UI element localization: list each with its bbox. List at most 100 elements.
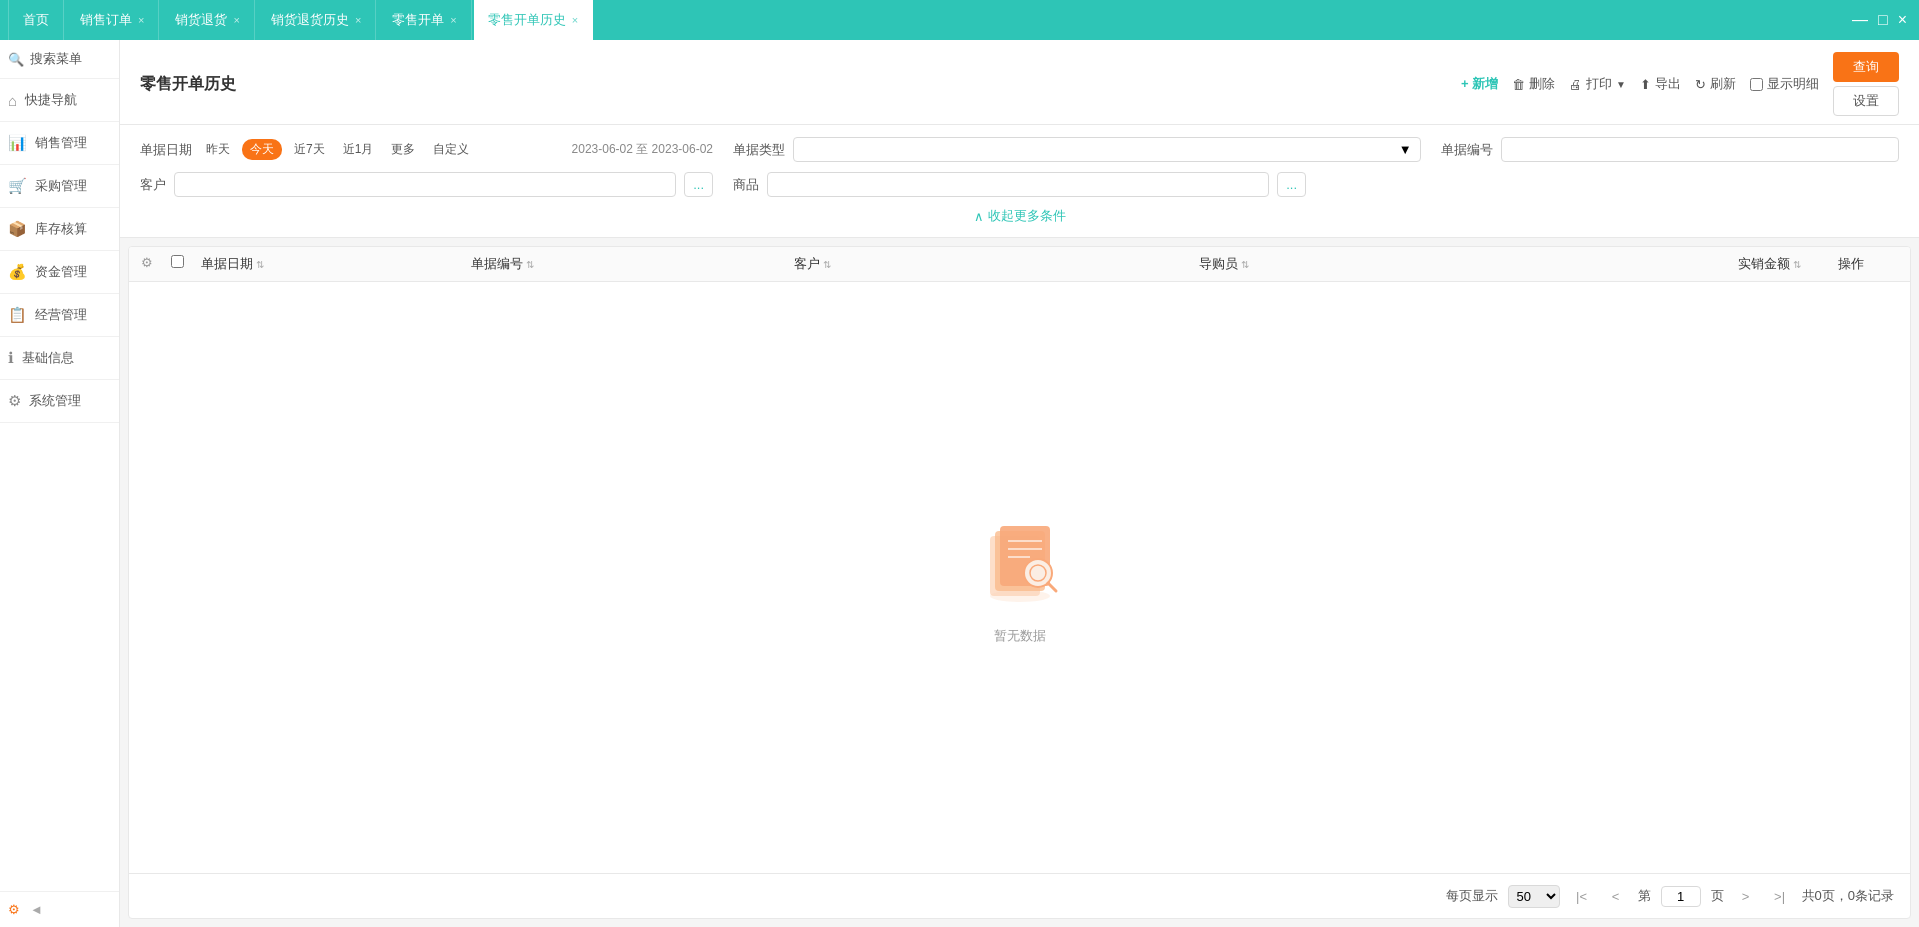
tab-retail-open-history-label: 零售开单历史 [488,11,566,29]
tab-retail-open[interactable]: 零售开单 × [378,0,471,40]
date-label: 单据日期 [140,141,192,159]
sidebar-bottom: ⚙ ◄ [0,891,119,927]
basic-info-icon: ℹ [8,349,14,367]
doc-type-dropdown-icon: ▼ [1399,142,1412,157]
sidebar-item-system[interactable]: ⚙ 系统管理 [0,380,119,423]
tab-sales-return-history-close[interactable]: × [355,14,361,26]
sidebar-search[interactable]: 🔍 搜索菜单 [0,40,119,79]
tab-list: 首页 销售订单 × 销货退货 × 销货退货历史 × 零售开单 × 零售开单历史 … [8,0,1852,40]
tab-retail-open-history-close[interactable]: × [572,14,578,26]
filter-date: 单据日期 昨天 今天 近7天 近1月 更多 自定义 2023-06-02 至 2… [140,139,713,160]
collapse-filter-btn[interactable]: ∧ 收起更多条件 [140,207,1899,225]
filter-area: 单据日期 昨天 今天 近7天 近1月 更多 自定义 2023-06-02 至 2… [120,125,1919,238]
sidebar-finance-label: 资金管理 [35,263,87,281]
goods-input[interactable] [767,172,1269,197]
sort-billno-icon[interactable]: ⇅ [526,259,534,270]
sidebar-item-purchase[interactable]: 🛒 采购管理 [0,165,119,208]
delete-button[interactable]: 🗑 删除 [1512,75,1555,93]
chevron-up-icon: ∧ [974,209,984,224]
filter-customer: 客户 ... [140,172,713,197]
sidebar-item-basic-info[interactable]: ℹ 基础信息 [0,337,119,380]
sidebar-item-quick-nav[interactable]: ⌂ 快捷导航 [0,79,119,122]
tab-sales-order-close[interactable]: × [138,14,144,26]
tab-home-label: 首页 [23,11,49,29]
add-button[interactable]: + 新增 [1461,75,1498,93]
customer-browse-btn[interactable]: ... [684,172,713,197]
tab-sales-return-label: 销货退货 [175,11,227,29]
select-all-checkbox[interactable] [171,255,184,268]
sidebar-settings-icon[interactable]: ⚙ [8,902,20,917]
tab-sales-return-history[interactable]: 销货退货历史 × [257,0,376,40]
page-title: 零售开单历史 [140,74,236,95]
finance-icon: 💰 [8,263,27,281]
doc-type-select[interactable]: ▼ [793,137,1421,162]
export-button[interactable]: ⬆ 导出 [1640,75,1681,93]
sort-amount-icon[interactable]: ⇅ [1793,259,1801,270]
tab-sales-return-close[interactable]: × [233,14,239,26]
table-gear-icon[interactable]: ⚙ [141,255,153,270]
date-shortcuts: 昨天 今天 近7天 近1月 更多 自定义 [200,139,564,160]
maximize-button[interactable]: □ [1878,11,1888,29]
doc-no-label: 单据编号 [1441,141,1493,159]
query-button[interactable]: 查询 [1833,52,1899,82]
tab-sales-return-history-label: 销货退货历史 [271,11,349,29]
inventory-icon: 📦 [8,220,27,238]
export-label: 导出 [1655,75,1681,93]
pagination: 每页显示 50 10 20 100 |< < 第 页 > >| 共0页，0条记录 [129,873,1910,918]
th-date-label: 单据日期 [201,255,253,273]
date-today[interactable]: 今天 [242,139,282,160]
th-action: 操作 [1838,255,1898,273]
print-dropdown-icon: ▼ [1616,79,1626,90]
set-button[interactable]: 设置 [1833,86,1899,116]
tab-retail-open-close[interactable]: × [450,14,456,26]
customer-input[interactable] [174,172,676,197]
page-input[interactable] [1661,886,1701,907]
th-billno: 单据编号 ⇅ [471,255,795,273]
home-icon: ⌂ [8,92,17,109]
prev-page-button[interactable]: < [1604,884,1628,908]
date-range-text: 2023-06-02 至 2023-06-02 [572,141,713,158]
delete-label: 删除 [1529,75,1555,93]
show-detail-checkbox[interactable] [1750,78,1763,91]
filter-goods: 商品 ... [733,172,1306,197]
next-page-button[interactable]: > [1734,884,1758,908]
goods-browse-btn[interactable]: ... [1277,172,1306,197]
sidebar-item-operation[interactable]: 📋 经营管理 [0,294,119,337]
first-page-button[interactable]: |< [1570,884,1594,908]
tab-retail-open-history[interactable]: 零售开单历史 × [474,0,593,40]
page-size-select[interactable]: 50 10 20 100 [1508,885,1560,908]
close-button[interactable]: × [1898,11,1907,29]
sort-guide-icon[interactable]: ⇅ [1241,259,1249,270]
tab-sales-order[interactable]: 销售订单 × [66,0,159,40]
last-page-button[interactable]: >| [1768,884,1792,908]
date-more[interactable]: 更多 [385,139,421,160]
search-icon: 🔍 [8,52,24,67]
date-last7[interactable]: 近7天 [288,139,331,160]
sidebar-quick-nav-label: 快捷导航 [25,91,77,109]
sales-icon: 📊 [8,134,27,152]
collapse-label: 收起更多条件 [988,207,1066,225]
date-custom[interactable]: 自定义 [427,139,475,160]
show-detail-toggle[interactable]: 显示明细 [1750,75,1819,93]
table-area: ⚙ 单据日期 ⇅ 单据编号 ⇅ 客户 ⇅ 导购员 [128,246,1911,919]
page-header: 零售开单历史 + 新增 🗑 删除 🖨 打印 ▼ ⬆ 导出 [120,40,1919,125]
window-controls: — □ × [1852,11,1911,29]
date-yesterday[interactable]: 昨天 [200,139,236,160]
sidebar-item-sales[interactable]: 📊 销售管理 [0,122,119,165]
sort-date-icon[interactable]: ⇅ [256,259,264,270]
toolbar: + 新增 🗑 删除 🖨 打印 ▼ ⬆ 导出 ↻ 刷新 [1461,52,1899,116]
refresh-button[interactable]: ↻ 刷新 [1695,75,1736,93]
doc-no-input[interactable] [1501,137,1899,162]
sort-customer-icon[interactable]: ⇅ [823,259,831,270]
tab-sales-return[interactable]: 销货退货 × [161,0,254,40]
sidebar-item-inventory[interactable]: 📦 库存核算 [0,208,119,251]
date-last-month[interactable]: 近1月 [337,139,380,160]
print-button[interactable]: 🖨 打印 ▼ [1569,75,1626,93]
sidebar-collapse-icon[interactable]: ◄ [30,902,43,917]
minimize-button[interactable]: — [1852,11,1868,29]
th-guide: 导购员 ⇅ [1199,255,1469,273]
filter-row-2: 客户 ... 商品 ... [140,172,1899,197]
table-checkbox-col [171,255,201,273]
sidebar-item-finance[interactable]: 💰 资金管理 [0,251,119,294]
tab-home[interactable]: 首页 [8,0,64,40]
